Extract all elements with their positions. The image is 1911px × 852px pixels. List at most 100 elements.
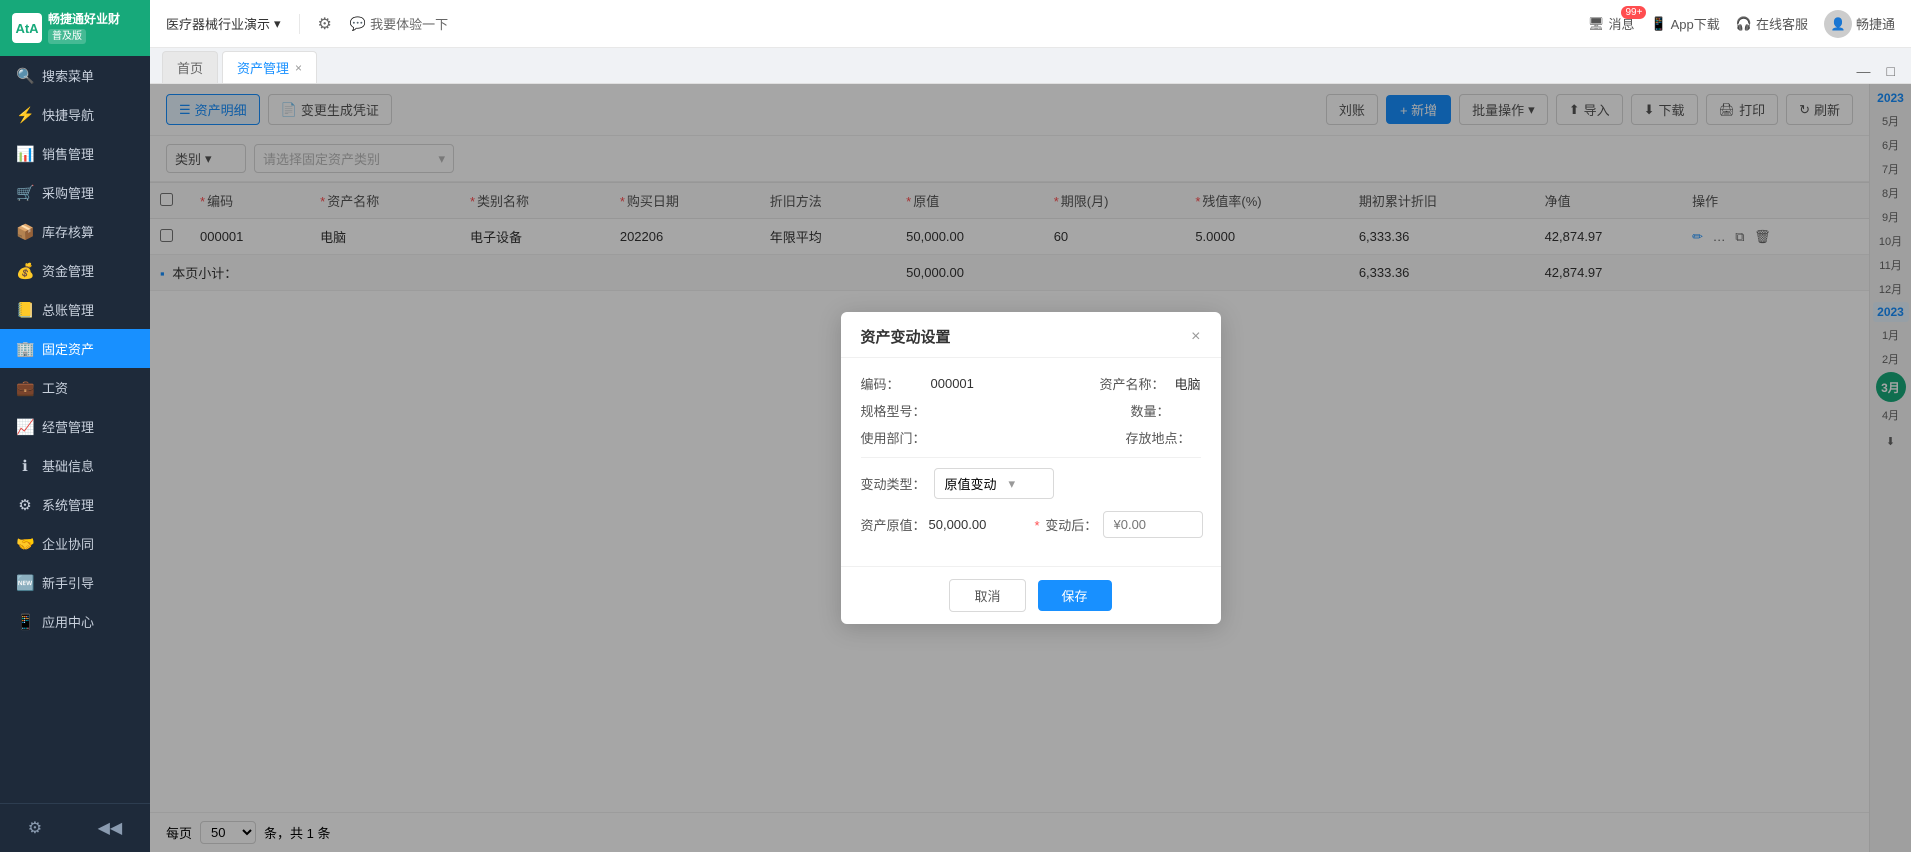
- messages-btn[interactable]: 🖥 消息 99+: [1588, 14, 1635, 33]
- dialog-footer: 取消 保存: [841, 566, 1221, 624]
- dialog-body: 编码： 000001 资产名称： 电脑 规格型号： 数量： 使用: [841, 358, 1221, 566]
- dialog-title: 资产变动设置: [861, 326, 951, 347]
- purchase-icon: 🛒: [16, 184, 34, 202]
- sidebar-item-label: 新手引导: [42, 573, 94, 592]
- sidebar-item-label: 工资: [42, 378, 68, 397]
- sidebar-item-enterprise[interactable]: 🤝 企业协同: [0, 524, 150, 563]
- asset-value-label: 资产原值：: [861, 515, 921, 534]
- company-selector[interactable]: 医疗器械行业演示 ▾: [166, 14, 281, 33]
- sidebar-item-app-center[interactable]: 📱 应用中心: [0, 602, 150, 641]
- app-center-icon: 📱: [16, 613, 34, 631]
- dialog-divider: [861, 457, 1201, 458]
- basic-info-icon: ℹ: [16, 457, 34, 475]
- code-value: 000001: [931, 376, 974, 391]
- operations-icon: 📈: [16, 418, 34, 436]
- online-service-btn[interactable]: 🎧 在线客服: [1736, 14, 1808, 33]
- logo-text: 畅捷通好业财 普及版: [48, 12, 120, 45]
- avatar: 👤: [1824, 10, 1852, 38]
- sidebar-item-system[interactable]: ⚙ 系统管理: [0, 485, 150, 524]
- sidebar-item-label: 搜索菜单: [42, 66, 94, 85]
- sidebar-item-label: 企业协同: [42, 534, 94, 553]
- sidebar-item-ledger[interactable]: 📒 总账管理: [0, 290, 150, 329]
- sidebar-item-guide[interactable]: 🆕 新手引导: [0, 563, 150, 602]
- system-icon: ⚙: [16, 496, 34, 514]
- dialog-close-btn[interactable]: ×: [1191, 328, 1200, 346]
- sidebar-item-label: 经营管理: [42, 417, 94, 436]
- dialog-info-row1: 编码： 000001 资产名称： 电脑: [861, 374, 1201, 393]
- content-area: ☰ 资产明细 📄 变更生成凭证 刘账 + 新增 批量操作 ▾: [150, 84, 1911, 852]
- payroll-icon: 💼: [16, 379, 34, 397]
- message-icon: 🖥: [1588, 16, 1605, 32]
- cancel-btn[interactable]: 取消: [949, 579, 1025, 612]
- header-divider: [299, 14, 300, 34]
- sidebar-item-payroll[interactable]: 💼 工资: [0, 368, 150, 407]
- sidebar-item-label: 快捷导航: [42, 105, 94, 124]
- asset-value-row: 资产原值： 50,000.00 * 变动后：: [861, 511, 1201, 538]
- inventory-icon: 📦: [16, 223, 34, 241]
- sidebar-item-sales[interactable]: 📊 销售管理: [0, 134, 150, 173]
- headset-icon: 🎧: [1736, 16, 1752, 32]
- dialog-info-row2: 规格型号： 数量：: [861, 401, 1201, 420]
- quantity-label: 数量：: [1131, 401, 1191, 420]
- quicknav-icon: ⚡: [16, 106, 34, 124]
- collapse-icon[interactable]: ◀◀: [92, 812, 129, 844]
- sidebar-item-purchase[interactable]: 🛒 采购管理: [0, 173, 150, 212]
- sidebar-item-fixed-assets[interactable]: 🏢 固定资产: [0, 329, 150, 368]
- settings-icon[interactable]: ⚙: [318, 14, 332, 34]
- sidebar-item-capital[interactable]: 💰 资金管理: [0, 251, 150, 290]
- sidebar-item-operations[interactable]: 📈 经营管理: [0, 407, 150, 446]
- experience-btn[interactable]: 💬 我要体验一下: [350, 14, 448, 33]
- sidebar-item-search[interactable]: 🔍 搜索菜单: [0, 56, 150, 95]
- asset-name-label: 资产名称：: [1099, 374, 1164, 393]
- sidebar-item-basic-info[interactable]: ℹ 基础信息: [0, 446, 150, 485]
- save-btn[interactable]: 保存: [1038, 580, 1112, 611]
- tabs-bar: 首页 资产管理 × — □: [150, 48, 1911, 84]
- enterprise-icon: 🤝: [16, 535, 34, 553]
- sales-icon: 📊: [16, 145, 34, 163]
- main-area: 医疗器械行业演示 ▾ ⚙ 💬 我要体验一下 🖥 消息 99+ 📱 App下载 🎧…: [150, 0, 1911, 852]
- header-right: 🖥 消息 99+ 📱 App下载 🎧 在线客服 👤 畅捷通: [1588, 10, 1895, 38]
- settings-bottom-icon[interactable]: ⚙: [22, 812, 48, 844]
- sidebar-item-label: 应用中心: [42, 612, 94, 631]
- sidebar-item-label: 资金管理: [42, 261, 94, 280]
- change-type-label: 变动类型：: [861, 474, 926, 493]
- sidebar-item-label: 销售管理: [42, 144, 94, 163]
- sidebar-item-label: 系统管理: [42, 495, 94, 514]
- spec-label: 规格型号：: [861, 401, 926, 420]
- sidebar-item-label: 基础信息: [42, 456, 94, 475]
- change-type-select[interactable]: 原值变动 ▾: [934, 468, 1054, 499]
- logo-icon: AtA: [12, 13, 42, 43]
- asset-name-value: 电脑: [1174, 374, 1200, 393]
- after-change-input[interactable]: [1103, 511, 1203, 538]
- code-label: 编码：: [861, 374, 921, 393]
- tab-close-btn[interactable]: ×: [295, 61, 302, 75]
- sidebar-item-quicknav[interactable]: ⚡ 快捷导航: [0, 95, 150, 134]
- header: 医疗器械行业演示 ▾ ⚙ 💬 我要体验一下 🖥 消息 99+ 📱 App下载 🎧…: [150, 0, 1911, 48]
- ledger-icon: 📒: [16, 301, 34, 319]
- phone-icon: 📱: [1650, 16, 1666, 32]
- fixed-assets-icon: 🏢: [16, 340, 34, 358]
- user-menu[interactable]: 👤 畅捷通: [1824, 10, 1895, 38]
- sidebar-item-label: 总账管理: [42, 300, 94, 319]
- app-download-btn[interactable]: 📱 App下载: [1650, 14, 1719, 33]
- tab-asset-management[interactable]: 资产管理 ×: [222, 51, 317, 83]
- asset-value-value: 50,000.00: [929, 517, 1019, 532]
- dialog-info-row3: 使用部门： 存放地点：: [861, 428, 1201, 447]
- sidebar-item-inventory[interactable]: 📦 库存核算: [0, 212, 150, 251]
- messages-badge: 99+: [1621, 6, 1646, 19]
- sidebar-item-label: 库存核算: [42, 222, 94, 241]
- modal-overlay: 资产变动设置 × 编码： 000001 资产名称： 电脑 规格型号：: [150, 84, 1911, 852]
- chevron-down-icon: ▾: [274, 16, 281, 32]
- guide-icon: 🆕: [16, 574, 34, 592]
- capital-icon: 💰: [16, 262, 34, 280]
- department-label: 使用部门：: [861, 428, 926, 447]
- sidebar-item-label: 固定资产: [42, 339, 94, 358]
- storage-label: 存放地点：: [1125, 428, 1190, 447]
- sidebar: AtA 畅捷通好业财 普及版 🔍 搜索菜单 ⚡ 快捷导航 📊 销售管理 🛒 采购…: [0, 0, 150, 852]
- search-icon: 🔍: [16, 67, 34, 85]
- tab-minimize-btn[interactable]: —: [1853, 59, 1875, 83]
- dialog-header: 资产变动设置 ×: [841, 312, 1221, 358]
- tab-expand-btn[interactable]: □: [1883, 59, 1899, 83]
- tab-home[interactable]: 首页: [162, 51, 218, 83]
- sidebar-bottom: ⚙ ◀◀: [0, 803, 150, 852]
